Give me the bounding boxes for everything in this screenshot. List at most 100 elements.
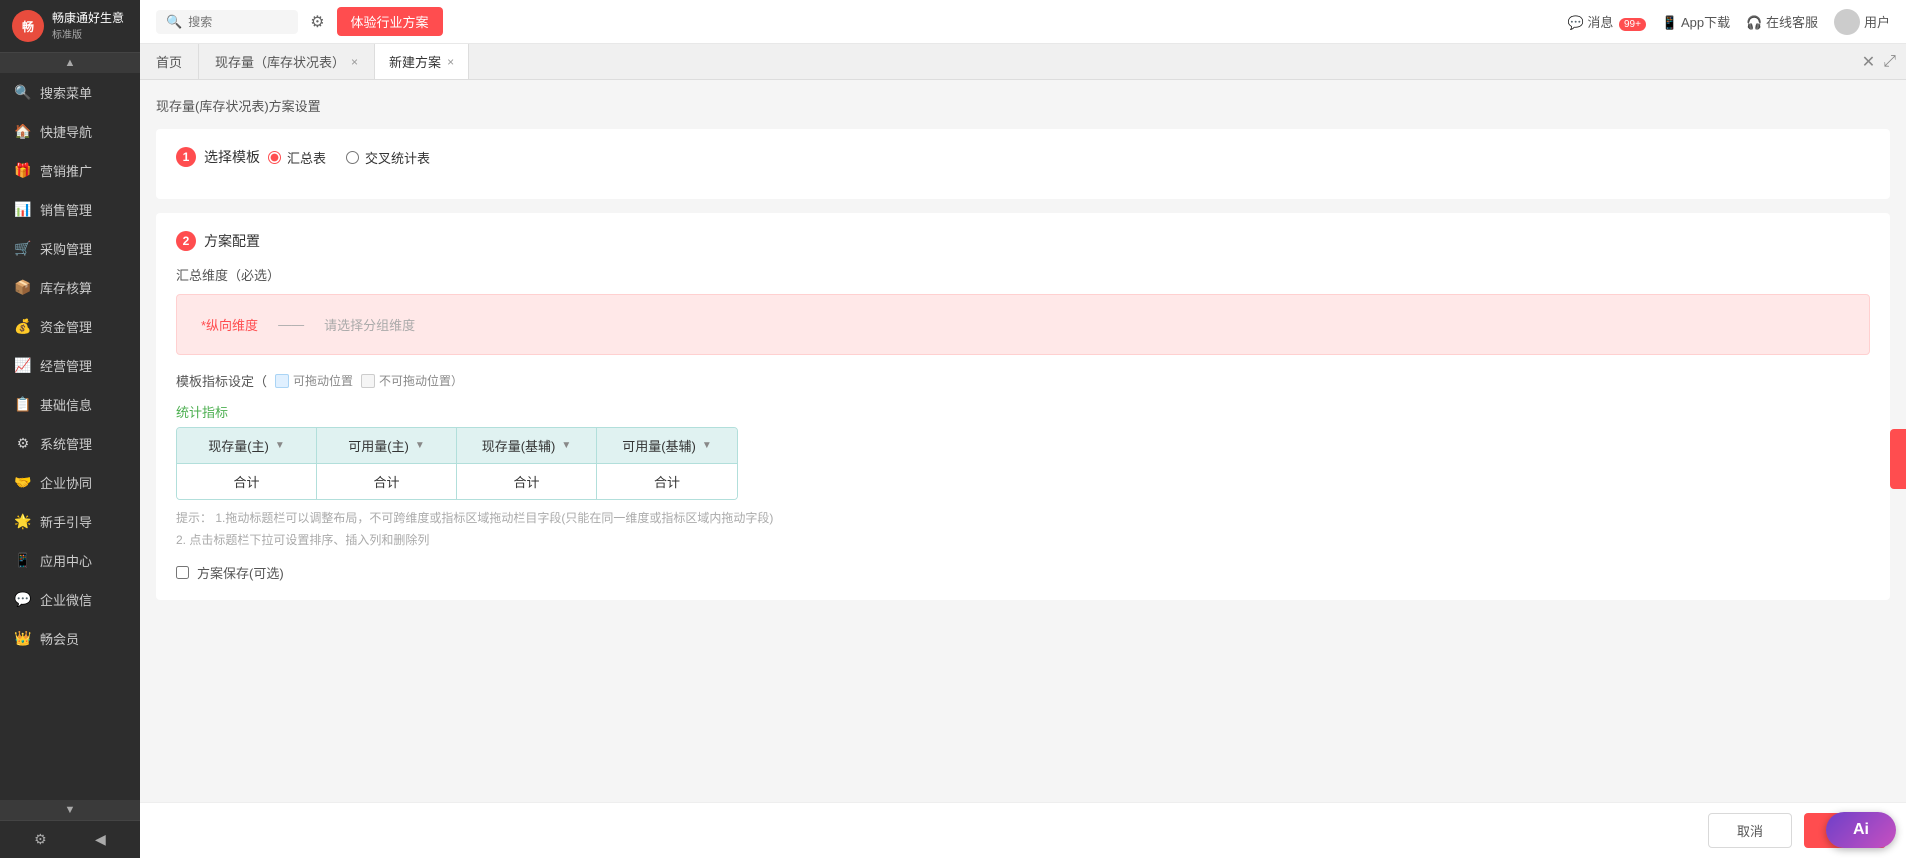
search-input[interactable]: [188, 15, 288, 29]
topbar-app-download[interactable]: 📱 App下载: [1662, 12, 1730, 31]
topbar-online-service[interactable]: 🎧 在线客服: [1746, 12, 1818, 31]
stats-col-1-body: 合计: [177, 464, 317, 499]
content-area: 现存量(库存状况表)方案设置 1 选择模板 汇总表 交叉统计表: [140, 80, 1906, 802]
sidebar-item-label: 企业协同: [40, 473, 92, 492]
save-check-label: 方案保存(可选): [197, 563, 284, 582]
tab-inventory-label: 现存量（库存状况表）: [215, 52, 345, 71]
summary-dimension-label: 汇总维度（必选）: [176, 265, 1870, 284]
star-icon: 🌟: [14, 513, 32, 530]
sidebar-item-search[interactable]: 🔍 搜索菜单: [0, 73, 140, 112]
sidebar-item-sales[interactable]: 📊 销售管理: [0, 190, 140, 229]
sidebar-item-apps[interactable]: 📱 应用中心: [0, 541, 140, 580]
hint-area: 提示： 1.拖动标题栏可以调整布局，不可跨维度或指标区域拖动栏目字段(只能在同一…: [176, 500, 1870, 555]
stats-col-1-header[interactable]: 现存量(主) ▼: [177, 428, 317, 464]
stats-label: 统计指标: [176, 402, 1870, 421]
sidebar-item-nav[interactable]: 🏠 快捷导航: [0, 112, 140, 151]
sidebar-item-label: 系统管理: [40, 434, 92, 453]
section2-title: 方案配置: [204, 231, 260, 251]
money-icon: 💰: [14, 318, 32, 335]
page-title: 现存量(库存状况表)方案设置: [156, 96, 1890, 115]
mobile-icon: 📱: [14, 552, 32, 569]
topbar: 🔍 ⚙ 体验行业方案 💬 消息 99+ 📱 App下载 🎧 在线客服 用户: [140, 0, 1906, 44]
topbar-user[interactable]: 用户: [1834, 9, 1890, 35]
tab-expand-icon[interactable]: ⤢: [1883, 53, 1896, 71]
sidebar-item-finance[interactable]: 💰 资金管理: [0, 307, 140, 346]
section-choose-template: 1 选择模板 汇总表 交叉统计表: [156, 129, 1890, 199]
sidebar-item-member[interactable]: 👑 畅会员: [0, 619, 140, 658]
cancel-button[interactable]: 取消: [1708, 813, 1792, 848]
draggable-legend-box: [275, 374, 289, 388]
footer-collapse-icon[interactable]: ◀: [95, 831, 106, 848]
tab-inventory[interactable]: 现存量（库存状况表） ×: [199, 44, 375, 79]
sidebar-item-label: 搜索菜单: [40, 83, 92, 102]
sidebar-item-label: 快捷导航: [40, 122, 92, 141]
logo-icon: 畅: [12, 10, 44, 42]
sidebar-item-label: 应用中心: [40, 551, 92, 570]
sidebar-nav: 🔍 搜索菜单 🏠 快捷导航 🎁 营销推广 📊 销售管理 🛒 采购管理 📦 库存核…: [0, 73, 140, 800]
right-edge-tab[interactable]: [1890, 429, 1906, 489]
section-plan-config: 2 方案配置 汇总维度（必选） *纵向维度 —— 请选择分组维度 模板指标设定（…: [156, 213, 1890, 600]
draggable-legend-label: 可拖动位置: [293, 372, 353, 389]
stats-col-2-header[interactable]: 可用量(主) ▼: [317, 428, 457, 464]
section2-header: 2 方案配置: [176, 231, 1870, 251]
tab-close-icon[interactable]: ✕: [1862, 52, 1875, 72]
avatar: [1834, 9, 1860, 35]
sidebar: 畅 畅康通好生意 标准版 ▲ 🔍 搜索菜单 🏠 快捷导航 🎁 营销推广 📊 销售…: [0, 0, 140, 858]
crown-icon: 👑: [14, 630, 32, 647]
sidebar-item-marketing[interactable]: 🎁 营销推广: [0, 151, 140, 190]
handshake-icon: 🤝: [14, 474, 32, 491]
ai-fab-button[interactable]: Ai: [1826, 812, 1896, 848]
topbar-search-box: 🔍: [156, 10, 298, 34]
footer-settings-icon[interactable]: ⚙: [34, 831, 47, 848]
settings-icon[interactable]: ⚙: [310, 12, 324, 32]
box-icon: 📦: [14, 279, 32, 296]
radio-cross-table[interactable]: 交叉统计表: [346, 148, 430, 167]
user-name: 用户: [1864, 12, 1890, 31]
tab-home[interactable]: 首页: [140, 44, 199, 79]
main-area: 🔍 ⚙ 体验行业方案 💬 消息 99+ 📱 App下载 🎧 在线客服 用户: [140, 0, 1906, 858]
indicator-setting-label: 模板指标设定（: [176, 371, 267, 390]
sidebar-item-label: 畅会员: [40, 629, 79, 648]
sidebar-item-guide[interactable]: 🌟 新手引导: [0, 502, 140, 541]
dimension-placeholder[interactable]: 请选择分组维度: [324, 315, 415, 334]
sidebar-item-label: 采购管理: [40, 239, 92, 258]
trial-button[interactable]: 体验行业方案: [337, 7, 443, 36]
stats-col-3-header[interactable]: 现存量(基辅) ▼: [457, 428, 597, 464]
chevron-down-icon: ▼: [415, 440, 425, 451]
stats-col-4-body: 合计: [597, 464, 737, 499]
sidebar-item-system[interactable]: ⚙ 系统管理: [0, 424, 140, 463]
tab-new-plan-label: 新建方案: [389, 52, 441, 71]
sidebar-item-purchase[interactable]: 🛒 采购管理: [0, 229, 140, 268]
save-check-row: 方案保存(可选): [176, 563, 1870, 582]
hint-line-1: 提示： 1.拖动标题栏可以调整布局，不可跨维度或指标区域拖动栏目字段(只能在同一…: [176, 508, 1870, 530]
home-icon: 🏠: [14, 123, 32, 140]
trend-icon: 📈: [14, 357, 32, 374]
sidebar-item-inventory[interactable]: 📦 库存核算: [0, 268, 140, 307]
dimension-dash: ——: [278, 317, 304, 332]
sidebar-scroll-down[interactable]: ▼: [0, 800, 140, 820]
tab-inventory-close[interactable]: ×: [351, 55, 358, 69]
sidebar-item-basics[interactable]: 📋 基础信息: [0, 385, 140, 424]
radio-cross-label: 交叉统计表: [365, 148, 430, 167]
save-checkbox[interactable]: [176, 566, 189, 579]
tabbar-actions: ✕ ⤢: [1862, 52, 1906, 72]
sidebar-scroll-up[interactable]: ▲: [0, 53, 140, 73]
tab-new-plan-close[interactable]: ×: [447, 55, 454, 69]
sidebar-item-collab[interactable]: 🤝 企业协同: [0, 463, 140, 502]
app-name: 畅康通好生意: [52, 11, 124, 27]
sidebar-item-management[interactable]: 📈 经营管理: [0, 346, 140, 385]
stats-col-4-header[interactable]: 可用量(基辅) ▼: [597, 428, 737, 464]
tab-new-plan[interactable]: 新建方案 ×: [375, 44, 469, 79]
search-icon: 🔍: [14, 84, 32, 101]
sidebar-item-label: 基础信息: [40, 395, 92, 414]
sidebar-item-wechat[interactable]: 💬 企业微信: [0, 580, 140, 619]
stats-body-row: 合计 合计 合计 合计: [177, 464, 737, 499]
app-tag: 标准版: [52, 26, 124, 41]
sidebar-item-label: 库存核算: [40, 278, 92, 297]
sidebar-item-label: 资金管理: [40, 317, 92, 336]
topbar-msg[interactable]: 💬 消息 99+: [1568, 12, 1646, 31]
sidebar-item-label: 经营管理: [40, 356, 92, 375]
sidebar-item-label: 销售管理: [40, 200, 92, 219]
sidebar-footer: ⚙ ◀: [0, 820, 140, 858]
radio-summary-table[interactable]: 汇总表: [268, 148, 326, 167]
